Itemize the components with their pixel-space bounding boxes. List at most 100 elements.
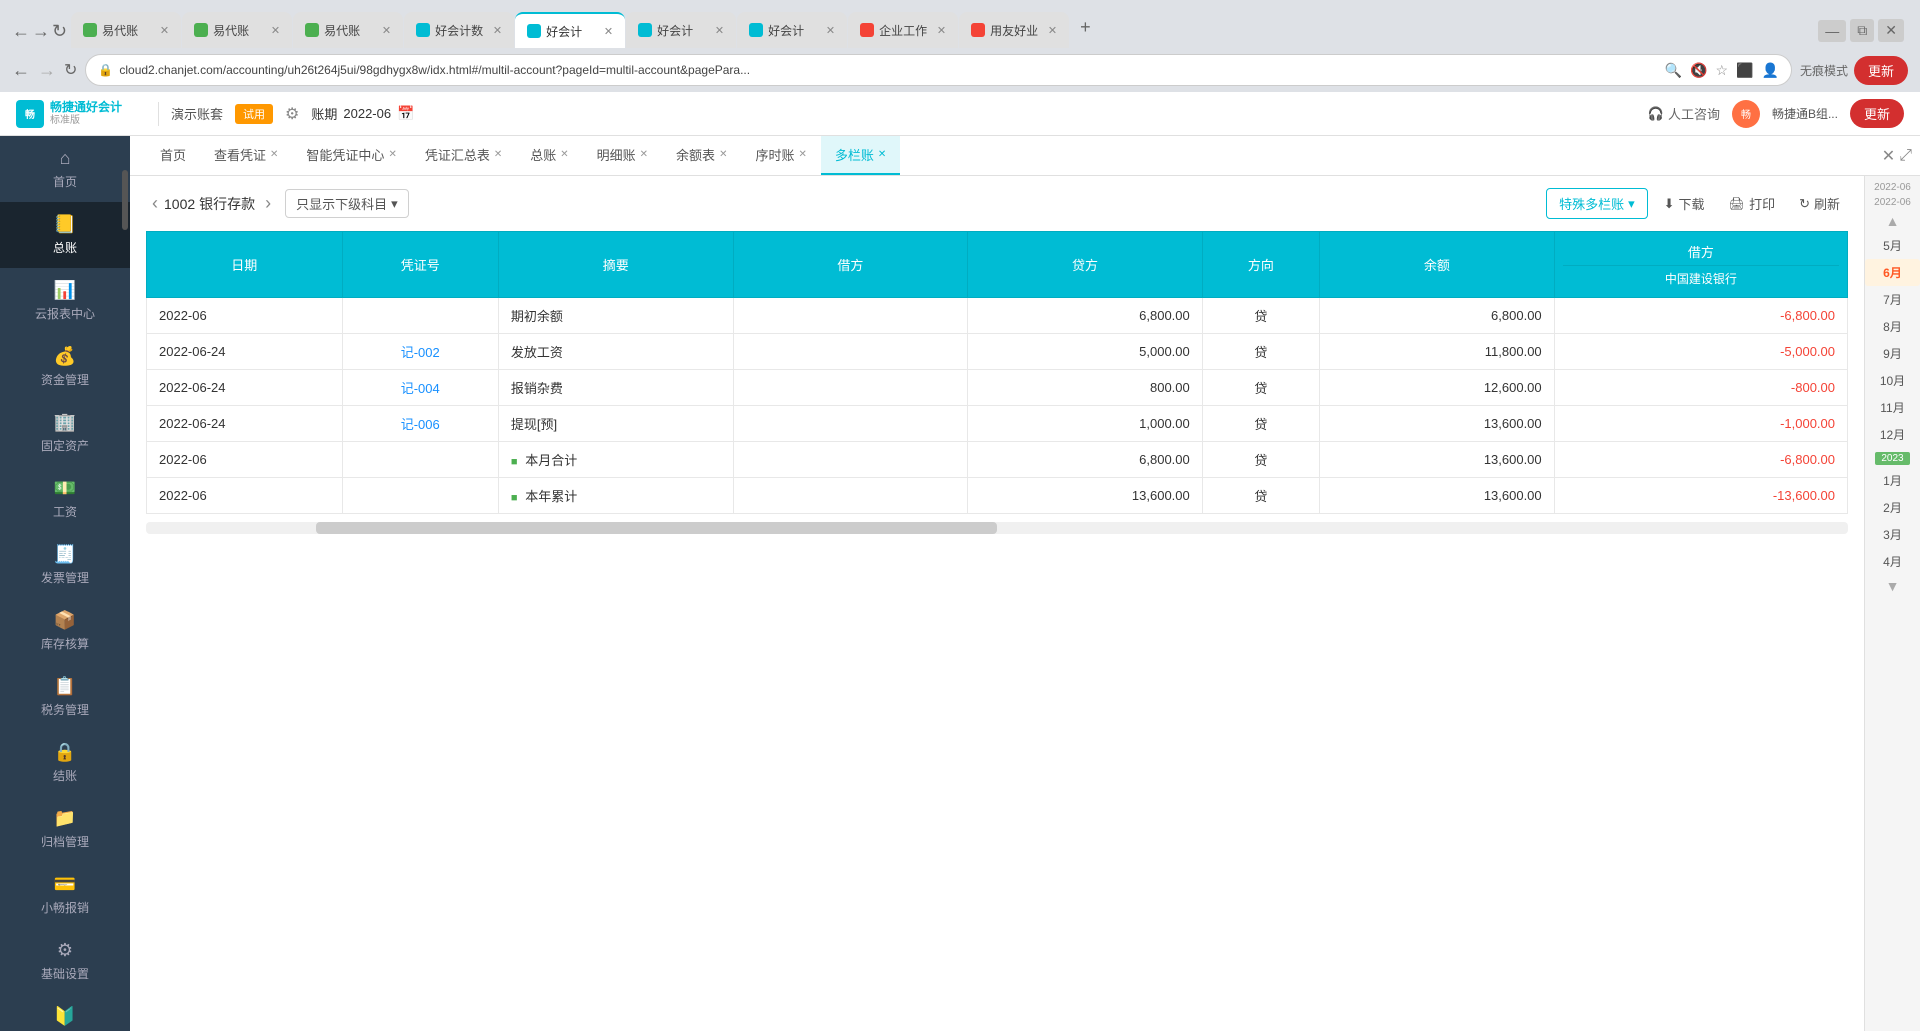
tab-haokuaiji-2[interactable]: 好会计 ✕ [626,12,736,48]
month-5[interactable]: 5月 [1865,232,1920,259]
tab-close-x[interactable]: ✕ [270,149,278,160]
sidebar-item-guide[interactable]: 🔰 新手引导 [0,994,130,1031]
month-10[interactable]: 10月 [1865,367,1920,394]
tab-yongyou[interactable]: 用友好业 ✕ [959,12,1069,48]
salary-icon: 💵 [54,478,76,499]
mute-icon[interactable]: 🔇 [1690,62,1707,79]
tab-close-x[interactable]: ✕ [388,149,396,160]
sidebar-item-invoice[interactable]: 🧾 发票管理 [0,532,130,598]
tab-home[interactable]: 首页 [146,136,200,175]
tab-close-x[interactable]: ✕ [494,149,502,160]
tab-chronological[interactable]: 序时账 ✕ [741,136,820,175]
cell-voucher[interactable]: 记-006 [342,406,498,442]
tab-close-x[interactable]: ✕ [640,149,648,160]
cell-balance: 6,800.00 [1320,298,1555,334]
tab-yidaizhang-3[interactable]: 易代账 ✕ [293,12,403,48]
month-2023-1[interactable]: 1月 [1865,467,1920,494]
tab-close-icon[interactable]: ✕ [382,24,391,37]
tab-new-button[interactable]: + [1070,11,1101,44]
sidebar-item-salary[interactable]: 💵 工资 [0,466,130,532]
scroll-down-button[interactable]: ▼ [1883,575,1903,597]
tab-voucher-summary[interactable]: 凭证汇总表 ✕ [411,136,516,175]
sidebar-item-settings[interactable]: ⚙ 基础设置 [0,928,130,994]
tab-general-ledger[interactable]: 总账 ✕ [516,136,582,175]
tab-close-icon[interactable]: ✕ [604,25,613,38]
tab-close-icon[interactable]: ✕ [1048,24,1057,37]
panel-collapse-icon[interactable]: ✕ [1882,146,1895,166]
month-11[interactable]: 11月 [1865,394,1920,421]
sidebar-item-tax[interactable]: 📋 税务管理 [0,664,130,730]
nav-back[interactable]: ← [12,60,30,81]
month-2023-4[interactable]: 4月 [1865,548,1920,575]
settings-icon[interactable]: ⚙ [285,104,299,124]
sidebar-item-assets[interactable]: 🏢 固定资产 [0,400,130,466]
tab-detail-ledger[interactable]: 明细账 ✕ [583,136,662,175]
sub-account-filter[interactable]: 只显示下级科目 ▾ [285,189,409,218]
cell-voucher[interactable]: 记-002 [342,334,498,370]
cell-balance: 11,800.00 [1320,334,1555,370]
tab-close-icon[interactable]: ✕ [826,24,835,37]
tab-close-icon[interactable]: ✕ [160,24,169,37]
sidebar-item-archive[interactable]: 📁 归档管理 [0,796,130,862]
window-restore[interactable]: ⧉ [1850,19,1874,42]
tab-haokuaiji-1[interactable]: 好会计数 ✕ [404,12,514,48]
month-9[interactable]: 9月 [1865,340,1920,367]
tab-haokuaiji-active[interactable]: 好会计 ✕ [515,12,625,48]
update-browser-button[interactable]: 更新 [1854,56,1908,85]
nav-forward[interactable]: → [38,60,56,81]
special-multi-column-button[interactable]: 特殊多栏账 ▾ [1546,188,1648,219]
star-icon[interactable]: ☆ [1716,62,1729,79]
next-account-arrow[interactable]: › [259,189,277,218]
profile-icon[interactable]: 👤 [1762,62,1779,79]
consult-section[interactable]: 🎧 人工咨询 [1648,104,1720,123]
search-icon[interactable]: 🔍 [1665,62,1682,79]
panel-expand-icon[interactable]: ⤢ [1899,147,1912,165]
print-button[interactable]: 🖨 打印 [1721,189,1784,218]
tab-multi-column[interactable]: 多栏账 ✕ [821,136,900,175]
cell-voucher[interactable]: 记-004 [342,370,498,406]
sidebar-item-inventory[interactable]: 📦 库存核算 [0,598,130,664]
tab-close-x[interactable]: ✕ [719,149,727,160]
prev-account-arrow[interactable]: ‹ [146,189,164,218]
calendar-icon[interactable]: 📅 [397,105,414,122]
window-minimize[interactable]: — [1818,20,1846,42]
user-avatar[interactable]: 畅 [1732,100,1760,128]
sidebar-item-close[interactable]: 🔒 结账 [0,730,130,796]
window-close[interactable]: ✕ [1878,19,1904,42]
tab-close-x[interactable]: ✕ [560,149,568,160]
sidebar-item-finance[interactable]: 💰 资金管理 [0,334,130,400]
month-2023-2[interactable]: 2月 [1865,494,1920,521]
tab-close-icon[interactable]: ✕ [937,24,946,37]
sidebar-item-reports[interactable]: 📊 云报表中心 [0,268,130,334]
tab-close-x[interactable]: ✕ [878,149,886,160]
col-extra: 借方 中国建设银行 [1554,232,1847,298]
update-app-button[interactable]: 更新 [1850,99,1904,128]
tab-smart-voucher[interactable]: 智能凭证中心 ✕ [292,136,410,175]
tab-close-icon[interactable]: ✕ [271,24,280,37]
tab-close-icon[interactable]: ✕ [493,24,502,37]
tab-enterprise[interactable]: 企业工作 ✕ [848,12,958,48]
extensions-icon[interactable]: ⬛ [1736,62,1753,79]
tab-yidaizhang-2[interactable]: 易代账 ✕ [182,12,292,48]
tab-yidaizhang-1[interactable]: 易代账 ✕ [71,12,181,48]
tab-haokuaiji-3[interactable]: 好会计 ✕ [737,12,847,48]
month-8[interactable]: 8月 [1865,313,1920,340]
download-button[interactable]: ⬇ 下载 [1656,189,1713,218]
tab-view-voucher[interactable]: 查看凭证 ✕ [200,136,292,175]
tab-balance[interactable]: 余额表 ✕ [662,136,741,175]
refresh-button[interactable]: ↻ 刷新 [1791,189,1848,218]
tab-close-icon[interactable]: ✕ [715,24,724,37]
no-trace-mode[interactable]: 无痕模式 [1800,62,1848,79]
month-2023-3[interactable]: 3月 [1865,521,1920,548]
sidebar-item-home[interactable]: ⌂ 首页 [0,136,130,202]
month-7[interactable]: 7月 [1865,286,1920,313]
sidebar-item-expense[interactable]: 💳 小畅报销 [0,862,130,928]
month-6-active[interactable]: 6月 [1865,259,1920,286]
month-12[interactable]: 12月 [1865,421,1920,448]
nav-refresh[interactable]: ↻ [64,60,77,80]
tab-close-x[interactable]: ✕ [798,149,806,160]
browser-nav-back[interactable]: ← → ↻ [8,21,71,42]
address-bar[interactable]: 🔒 cloud2.chanjet.com/accounting/uh26t264… [85,54,1792,86]
sidebar-item-ledger[interactable]: 📒 总账 [0,202,130,268]
scroll-up-button[interactable]: ▲ [1883,210,1903,232]
